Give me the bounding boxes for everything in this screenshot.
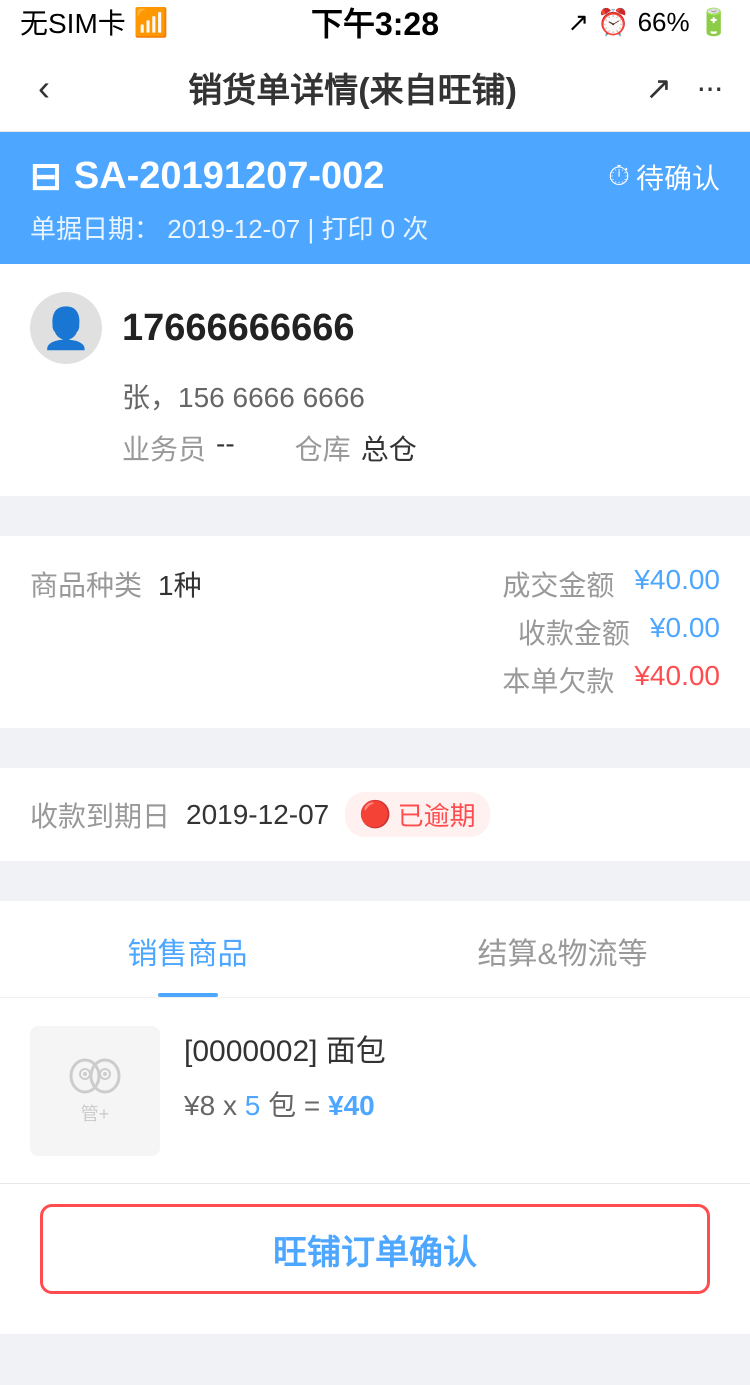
product-thumbnail: 管+ — [30, 1026, 160, 1156]
avatar-icon: 👤 — [41, 305, 91, 352]
logo-plus: 管+ — [81, 1100, 110, 1126]
order-status: ⏱ 待确认 — [608, 157, 720, 197]
due-date-value: 2019-12-07 — [186, 799, 329, 831]
tabs-header: 销售商品 结算&物流等 — [0, 901, 750, 998]
location-icon: ↗ — [567, 7, 589, 38]
product-name-text: 面包 — [326, 1035, 386, 1068]
overdue-badge: 🔴 已逾期 — [345, 792, 489, 837]
customer-phone: 17666666666 — [122, 307, 354, 350]
owed-amount-row: 本单欠款 ¥40.00 — [502, 660, 720, 700]
tabs-section: 销售商品 结算&物流等 管+ — [0, 901, 750, 1185]
due-date-section: 收款到期日 2019-12-07 🔴 已逾期 — [0, 768, 750, 861]
confirm-button[interactable]: 旺铺订单确认 — [40, 1204, 710, 1294]
share-button[interactable]: ↗ — [645, 69, 672, 107]
customer-main-row: 👤 17666666666 — [30, 292, 720, 364]
price-multiply: x — [223, 1090, 245, 1121]
transaction-amount-label: 成交金额 — [502, 564, 614, 604]
product-code: [0000002] — [184, 1035, 317, 1068]
transaction-amount-value: ¥40.00 — [634, 564, 720, 604]
salesperson-item: 业务员 -- — [122, 428, 235, 468]
divider-3 — [0, 881, 750, 901]
nav-actions: ↗ ··· — [645, 69, 722, 107]
nav-bar: ‹ 销货单详情(来自旺铺) ↗ ··· — [0, 44, 750, 132]
status-right: ↗ ⏰ 66% 🔋 — [567, 7, 730, 38]
status-text: 待确认 — [636, 157, 720, 197]
order-date: 单据日期： 2019-12-07 | 打印 0 次 — [30, 209, 720, 246]
summary-left: 商品种类 1种 — [30, 564, 202, 604]
due-date-label: 收款到期日 — [30, 795, 170, 835]
tab-settlement[interactable]: 结算&物流等 — [375, 901, 750, 997]
received-amount-row: 收款金额 ¥0.00 — [518, 612, 720, 652]
product-thumb-inner: 管+ — [65, 1056, 125, 1126]
order-date-label: 单据日期： — [30, 214, 160, 244]
order-date-value: 2019-12-07 — [167, 214, 300, 244]
owed-amount-label: 本单欠款 — [502, 660, 614, 700]
order-header: ⊟ SA-20191207-002 ⏱ 待确认 单据日期： 2019-12-07… — [0, 132, 750, 264]
wifi-icon: 📶 — [134, 6, 169, 39]
received-amount-value: ¥0.00 — [650, 612, 720, 652]
product-info: [0000002] 面包 ¥8 x 5 包 = ¥40 — [184, 1026, 720, 1124]
owed-amount-value: ¥40.00 — [634, 660, 720, 700]
order-header-top: ⊟ SA-20191207-002 ⏱ 待确认 — [30, 154, 720, 199]
transaction-amount-row: 成交金额 ¥40.00 — [502, 564, 720, 604]
order-id-text: SA-20191207-002 — [74, 155, 385, 198]
price-per-unit: ¥8 — [184, 1090, 215, 1121]
status-time: 下午3:28 — [311, 0, 439, 45]
order-print-info: | 打印 0 次 — [307, 214, 428, 244]
divider-2 — [0, 748, 750, 768]
price-equals: = — [304, 1090, 328, 1121]
more-button[interactable]: ··· — [696, 69, 722, 106]
salesperson-value: -- — [216, 428, 235, 468]
divider-1 — [0, 516, 750, 536]
battery-icon: 🔋 — [698, 7, 730, 38]
warehouse-item: 仓库 总仓 — [295, 428, 417, 468]
order-summary: 商品种类 1种 成交金额 ¥40.00 收款金额 ¥0.00 本单欠款 ¥40.… — [0, 536, 750, 728]
summary-row: 商品种类 1种 成交金额 ¥40.00 收款金额 ¥0.00 本单欠款 ¥40.… — [30, 564, 720, 700]
alarm-icon: ⏰ — [597, 7, 629, 38]
summary-right: 成交金额 ¥40.00 收款金额 ¥0.00 本单欠款 ¥40.00 — [502, 564, 720, 700]
product-price: ¥8 x 5 包 = ¥40 — [184, 1084, 720, 1124]
status-clock-icon: ⏱ — [608, 160, 630, 193]
order-id-icon: ⊟ — [30, 154, 62, 199]
received-amount-label: 收款金额 — [518, 612, 630, 652]
product-total: ¥40 — [328, 1090, 375, 1121]
customer-meta: 业务员 -- 仓库 总仓 — [30, 428, 720, 468]
customer-info: 👤 17666666666 张，156 6666 6666 业务员 -- 仓库 … — [0, 264, 750, 496]
overdue-icon: 🔴 — [359, 799, 391, 830]
tab-settlement-label: 结算&物流等 — [477, 938, 647, 971]
status-left: 无SIM卡 📶 — [20, 2, 169, 42]
battery-text: 66% — [638, 7, 690, 38]
product-quantity: 5 — [245, 1090, 261, 1121]
warehouse-value: 总仓 — [361, 428, 417, 468]
product-types-label: 商品种类 — [30, 564, 142, 604]
product-unit: 包 — [268, 1090, 296, 1121]
status-bar: 无SIM卡 📶 下午3:28 ↗ ⏰ 66% 🔋 — [0, 0, 750, 44]
overdue-text: 已逾期 — [398, 796, 476, 833]
table-row: 管+ [0000002] 面包 ¥8 x 5 包 = ¥40 — [0, 998, 750, 1185]
back-button[interactable]: ‹ — [28, 57, 60, 119]
tab-products-label: 销售商品 — [128, 938, 248, 971]
order-id: ⊟ SA-20191207-002 — [30, 154, 384, 199]
avatar: 👤 — [30, 292, 102, 364]
carrier-text: 无SIM卡 — [20, 2, 126, 42]
product-list: 管+ [0000002] 面包 ¥8 x 5 包 = ¥40 — [0, 998, 750, 1185]
tab-products[interactable]: 销售商品 — [0, 901, 375, 997]
product-name: [0000002] 面包 — [184, 1026, 720, 1070]
salesperson-label: 业务员 — [122, 428, 206, 468]
page-title: 销货单详情(来自旺铺) — [60, 63, 645, 112]
product-types-value: 1种 — [158, 564, 202, 604]
customer-name: 张，156 6666 6666 — [30, 376, 720, 416]
owl-logo-icon — [65, 1056, 125, 1096]
bottom-bar: 旺铺订单确认 — [0, 1183, 750, 1334]
warehouse-label: 仓库 — [295, 428, 351, 468]
